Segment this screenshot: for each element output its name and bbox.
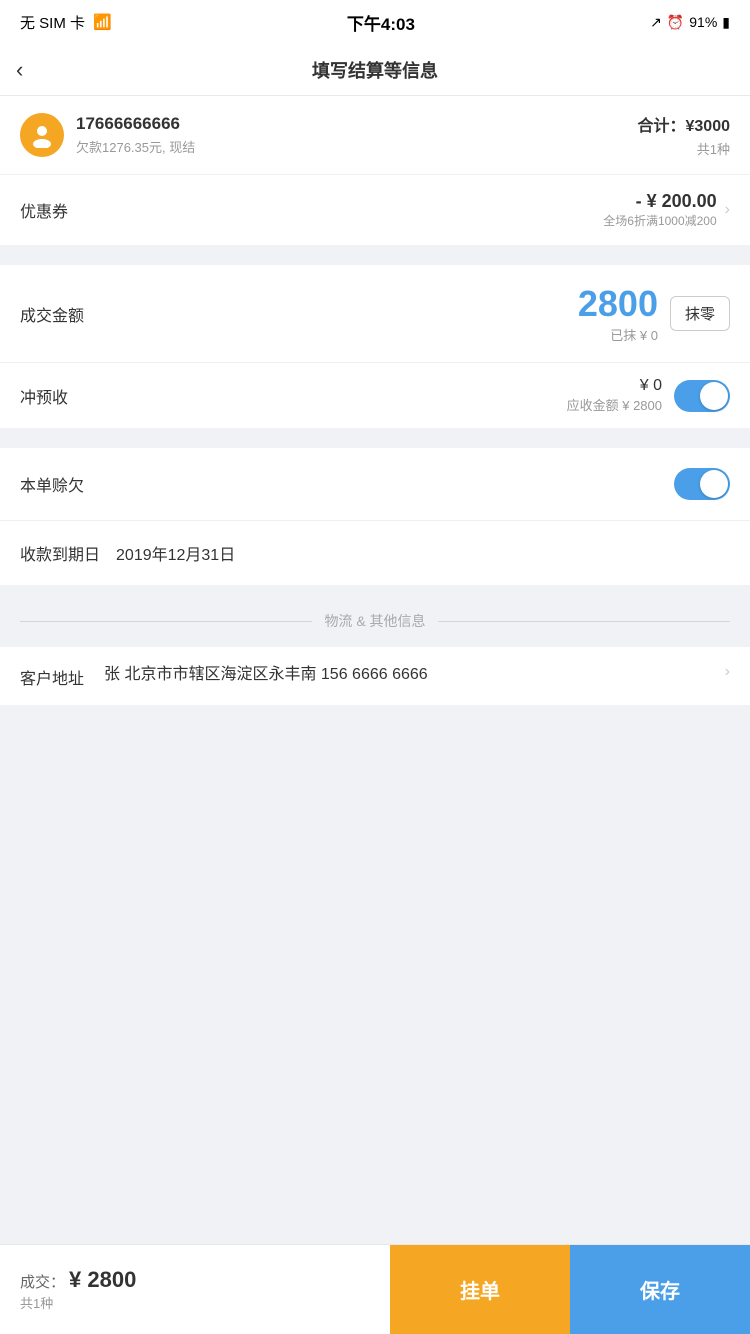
due-date-label: 收款到期日: [20, 541, 100, 565]
prepay-amount: ¥ 0: [567, 377, 662, 395]
debt-label: 本单赊欠: [20, 472, 84, 496]
prepay-right: ¥ 0 应收金额 ¥ 2800: [567, 377, 730, 414]
hang-button[interactable]: 挂单: [390, 1245, 570, 1334]
amount-right: 2800 已抹 ¥ 0 抹零: [578, 283, 730, 344]
customer-info: 17666666666 欠款1276.35元, 现结: [76, 114, 195, 156]
wifi-icon: 📶: [93, 13, 112, 31]
battery-icon: ▮: [722, 14, 730, 31]
prepay-sub: 应收金额 ¥ 2800: [567, 395, 662, 414]
toggle-knob: [700, 382, 728, 410]
prepay-toggle[interactable]: [674, 380, 730, 412]
amount-row: 成交金额 2800 已抹 ¥ 0 抹零: [0, 265, 750, 363]
location-icon: ↗: [650, 14, 662, 31]
bottom-summary: 成交： ¥ 2800 共1种: [0, 1267, 390, 1312]
battery-label: 91%: [689, 14, 717, 30]
sim-label: 无 SIM 卡: [20, 12, 85, 33]
logistics-divider: 物流 & 其他信息: [0, 595, 750, 647]
status-bar: 无 SIM 卡 📶 下午4:03 ↗ ⏰ 91% ▮: [0, 0, 750, 44]
content: 17666666666 欠款1276.35元, 现结 合计：¥3000 共1种 …: [0, 96, 750, 815]
customer-debt: 欠款1276.35元, 现结: [76, 137, 195, 156]
coupon-desc: 全场6折满1000减200: [603, 212, 716, 229]
due-date-value: 2019年12月31日: [116, 541, 235, 565]
customer-row: 17666666666 欠款1276.35元, 现结 合计：¥3000 共1种: [0, 96, 750, 174]
amount-label: 成交金额: [20, 302, 84, 326]
divider-line-left: [20, 621, 312, 622]
avatar: [20, 113, 64, 157]
amount-value: 2800: [578, 283, 658, 325]
transaction-label: 成交：: [20, 1271, 65, 1292]
debt-toggle-knob: [700, 470, 728, 498]
status-right: ↗ ⏰ 91% ▮: [650, 14, 730, 31]
amount-col: 2800 已抹 ¥ 0: [578, 283, 658, 344]
due-date-row: 收款到期日 2019年12月31日: [0, 520, 750, 585]
coupon-amount-col: - ¥ 200.00 全场6折满1000减200: [603, 191, 716, 229]
customer-left: 17666666666 欠款1276.35元, 现结: [20, 113, 195, 157]
status-left: 无 SIM 卡 📶: [20, 12, 112, 33]
status-time: 下午4:03: [347, 10, 415, 35]
save-button[interactable]: 保存: [570, 1245, 750, 1334]
customer-phone: 17666666666: [76, 114, 195, 134]
address-card: 客户地址 张 北京市市辖区海淀区永丰南 156 6666 6666 ›: [0, 647, 750, 705]
prepay-row: 冲预收 ¥ 0 应收金额 ¥ 2800: [0, 363, 750, 428]
coupon-right: - ¥ 200.00 全场6折满1000减200 ›: [603, 191, 730, 229]
divider-line-right: [438, 621, 730, 622]
prepay-values: ¥ 0 应收金额 ¥ 2800: [567, 377, 662, 414]
alarm-icon: ⏰: [667, 14, 684, 31]
coupon-row[interactable]: 优惠券 - ¥ 200.00 全场6折满1000减200 ›: [0, 174, 750, 245]
bottom-amount: ¥ 2800: [69, 1267, 136, 1293]
customer-count: 共1种: [638, 139, 731, 158]
amount-sub: 已抹 ¥ 0: [578, 325, 658, 344]
debt-toggle[interactable]: [674, 468, 730, 500]
address-row[interactable]: 客户地址 张 北京市市辖区海淀区永丰南 156 6666 6666 ›: [0, 647, 750, 705]
header: ‹ 填写结算等信息: [0, 44, 750, 96]
coupon-chevron-icon: ›: [725, 201, 730, 219]
section-gap-2: [0, 428, 750, 438]
debt-card: 本单赊欠 收款到期日 2019年12月31日: [0, 448, 750, 585]
prepay-label: 冲预收: [20, 384, 68, 408]
coupon-label: 优惠券: [20, 198, 68, 222]
logistics-label: 物流 & 其他信息: [324, 611, 425, 631]
bottom-bar: 成交： ¥ 2800 共1种 挂单 保存: [0, 1244, 750, 1334]
section-gap-1: [0, 255, 750, 265]
address-chevron-icon: ›: [725, 663, 730, 681]
page-title: 填写结算等信息: [312, 57, 438, 83]
round-button[interactable]: 抹零: [670, 296, 730, 331]
bottom-count: 共1种: [20, 1293, 370, 1312]
customer-total: 合计：¥3000: [638, 112, 731, 136]
customer-right: 合计：¥3000 共1种: [638, 112, 731, 158]
amount-section: 成交金额 2800 已抹 ¥ 0 抹零 冲预收 ¥ 0 应收金额 ¥ 2800: [0, 265, 750, 428]
coupon-value: - ¥ 200.00: [603, 191, 716, 212]
address-value: 张 北京市市辖区海淀区永丰南 156 6666 6666: [104, 663, 715, 687]
debt-row: 本单赊欠: [0, 448, 750, 520]
customer-card: 17666666666 欠款1276.35元, 现结 合计：¥3000 共1种 …: [0, 96, 750, 245]
address-label: 客户地址: [20, 665, 84, 689]
back-button[interactable]: ‹: [16, 57, 23, 83]
